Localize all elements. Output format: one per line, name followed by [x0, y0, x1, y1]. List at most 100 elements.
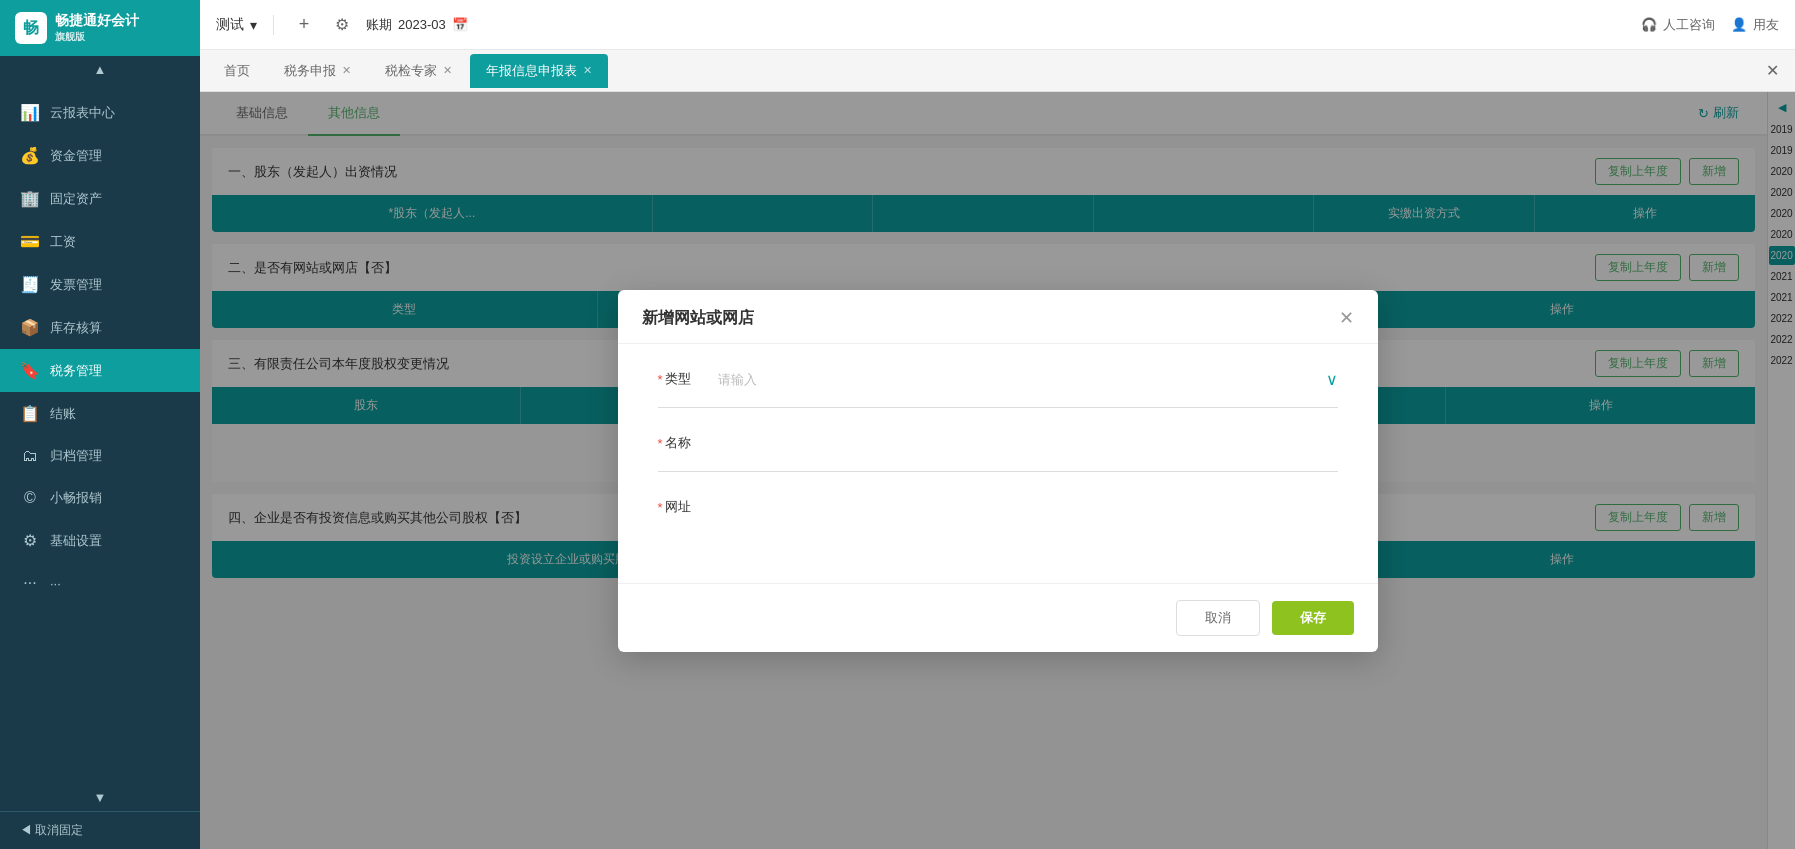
settlement-label: 结账 [50, 405, 76, 423]
tab-label-tax-report: 税务申报 [284, 62, 336, 80]
sidebar-item-xiaochang[interactable]: © 小畅报销 [0, 477, 200, 519]
invoice-mgmt-label: 发票管理 [50, 276, 102, 294]
save-btn[interactable]: 保存 [1272, 601, 1354, 635]
sidebar-item-settlement[interactable]: 📋 结账 [0, 392, 200, 435]
tab-tax-check[interactable]: 税检专家✕ [369, 54, 468, 88]
archive-mgmt-label: 归档管理 [50, 447, 102, 465]
sidebar-item-payroll[interactable]: 💳 工资 [0, 220, 200, 263]
url-label-text: 网址 [665, 498, 691, 516]
sidebar-item-fund-mgmt[interactable]: 💰 资金管理 [0, 134, 200, 177]
name-input[interactable] [718, 432, 1338, 455]
topbar: 测试 ▾ + ⚙ 账期 2023-03 📅 🎧 人工咨询 👤 用友 [200, 0, 1795, 50]
type-label: * 类型 [658, 370, 718, 388]
tax-mgmt-label: 税务管理 [50, 362, 102, 380]
invoice-mgmt-icon: 🧾 [20, 275, 40, 294]
period-label: 账期 [366, 16, 392, 34]
tab-close-tax-report[interactable]: ✕ [342, 64, 351, 77]
xiaochang-label: 小畅报销 [50, 489, 102, 507]
calendar-icon[interactable]: 📅 [452, 17, 468, 32]
sidebar-item-fixed-assets[interactable]: 🏢 固定资产 [0, 177, 200, 220]
tab-tax-report[interactable]: 税务申报 ✕ [268, 54, 367, 88]
tab-home[interactable]: 首页 [208, 54, 266, 88]
more-icon: ··· [20, 574, 40, 592]
tab-bar: 首页税务申报✕税检专家✕年报信息申报表✕✕ [200, 50, 1795, 92]
user-icon: 👤 [1731, 17, 1747, 32]
cloud-reports-icon: 📊 [20, 103, 40, 122]
payroll-label: 工资 [50, 233, 76, 251]
company-selector[interactable]: 测试 ▾ [216, 16, 257, 34]
modal-header: 新增网站或网店 ✕ [618, 290, 1378, 344]
type-input-wrapper: ∨ [718, 368, 1338, 391]
headset-icon: 🎧 [1641, 17, 1657, 32]
cancel-btn[interactable]: 取消 [1176, 600, 1260, 636]
company-dropdown-icon[interactable]: ▾ [250, 17, 257, 33]
main-area: 测试 ▾ + ⚙ 账期 2023-03 📅 🎧 人工咨询 👤 用友 首页税务申报… [200, 0, 1795, 849]
settings-btn[interactable]: ⚙ [328, 11, 356, 39]
sidebar-item-inventory[interactable]: 📦 库存核算 [0, 306, 200, 349]
support-label: 人工咨询 [1663, 16, 1715, 34]
period-value: 2023-03 [398, 17, 446, 32]
modal-close-btn[interactable]: ✕ [1339, 309, 1354, 327]
url-required: * [658, 500, 663, 515]
user-label: 用友 [1753, 16, 1779, 34]
type-required: * [658, 372, 663, 387]
topbar-right: 🎧 人工咨询 👤 用友 [1641, 16, 1779, 34]
fund-mgmt-label: 资金管理 [50, 147, 102, 165]
logo-icon: 畅 [15, 12, 47, 44]
sidebar-unpin-btn[interactable]: ◀ 取消固定 [0, 811, 200, 849]
add-company-btn[interactable]: + [290, 11, 318, 39]
content-area: 基础信息其他信息 ↻ 刷新 一、股东（发起人）出资情况 复制上年度 新增 *股东… [200, 92, 1795, 849]
fixed-assets-icon: 🏢 [20, 189, 40, 208]
sidebar-item-cloud-reports[interactable]: 📊 云报表中心 [0, 91, 200, 134]
url-label: * 网址 [658, 498, 718, 516]
archive-mgmt-icon: 🗂 [20, 447, 40, 465]
form-row-type: * 类型 ∨ [658, 368, 1338, 408]
basic-settings-label: 基础设置 [50, 532, 102, 550]
settlement-icon: 📋 [20, 404, 40, 423]
type-dropdown-arrow[interactable]: ∨ [1326, 370, 1338, 389]
sidebar-logo[interactable]: 畅 畅捷通好会计 旗舰版 [0, 0, 200, 56]
user-btn[interactable]: 👤 用友 [1731, 16, 1779, 34]
sidebar-nav: 📊 云报表中心 💰 资金管理 🏢 固定资产 💳 工资 🧾 发票管理 📦 库存核算… [0, 83, 200, 784]
tab-label-home: 首页 [224, 62, 250, 80]
inventory-icon: 📦 [20, 318, 40, 337]
tab-close-tax-check[interactable]: ✕ [443, 64, 452, 77]
payroll-icon: 💳 [20, 232, 40, 251]
form-row-name: * 名称 [658, 432, 1338, 472]
type-label-text: 类型 [665, 370, 691, 388]
sidebar-item-basic-settings[interactable]: ⚙ 基础设置 [0, 519, 200, 562]
support-btn[interactable]: 🎧 人工咨询 [1641, 16, 1715, 34]
fund-mgmt-icon: 💰 [20, 146, 40, 165]
sidebar-item-invoice-mgmt[interactable]: 🧾 发票管理 [0, 263, 200, 306]
modal-overlay: 新增网站或网店 ✕ * 类型 ∨ [200, 92, 1795, 849]
add-website-modal: 新增网站或网店 ✕ * 类型 ∨ [618, 290, 1378, 652]
modal-title: 新增网站或网店 [642, 308, 754, 329]
sidebar: 畅 畅捷通好会计 旗舰版 ▲ 📊 云报表中心 💰 资金管理 🏢 固定资产 💳 工… [0, 0, 200, 849]
name-label: * 名称 [658, 434, 718, 452]
sidebar-item-more[interactable]: ··· ··· [0, 562, 200, 604]
sidebar-item-tax-mgmt[interactable]: 🔖 税务管理 [0, 349, 200, 392]
sidebar-scroll-down[interactable]: ▼ [0, 784, 200, 811]
tab-close-annual-report[interactable]: ✕ [583, 64, 592, 77]
fixed-assets-label: 固定资产 [50, 190, 102, 208]
logo-text: 畅捷通好会计 旗舰版 [55, 12, 139, 44]
url-input[interactable] [718, 496, 1338, 519]
cloud-reports-label: 云报表中心 [50, 104, 115, 122]
sidebar-item-archive-mgmt[interactable]: 🗂 归档管理 [0, 435, 200, 477]
name-input-wrapper [718, 432, 1338, 455]
topbar-divider1 [273, 15, 274, 35]
more-label: ··· [50, 576, 61, 591]
tax-mgmt-icon: 🔖 [20, 361, 40, 380]
company-name: 测试 [216, 16, 244, 34]
name-label-text: 名称 [665, 434, 691, 452]
type-input[interactable] [718, 368, 1338, 391]
sidebar-scroll-up[interactable]: ▲ [0, 56, 200, 83]
tab-annual-report[interactable]: 年报信息申报表 ✕ [470, 54, 608, 88]
xiaochang-icon: © [20, 489, 40, 507]
tab-bar-close-btn[interactable]: ✕ [1758, 57, 1787, 84]
tab-label-annual-report: 年报信息申报表 [486, 62, 577, 80]
basic-settings-icon: ⚙ [20, 531, 40, 550]
name-required: * [658, 436, 663, 451]
modal-body: * 类型 ∨ * 名称 [618, 344, 1378, 583]
period-display: 账期 2023-03 📅 [366, 16, 468, 34]
